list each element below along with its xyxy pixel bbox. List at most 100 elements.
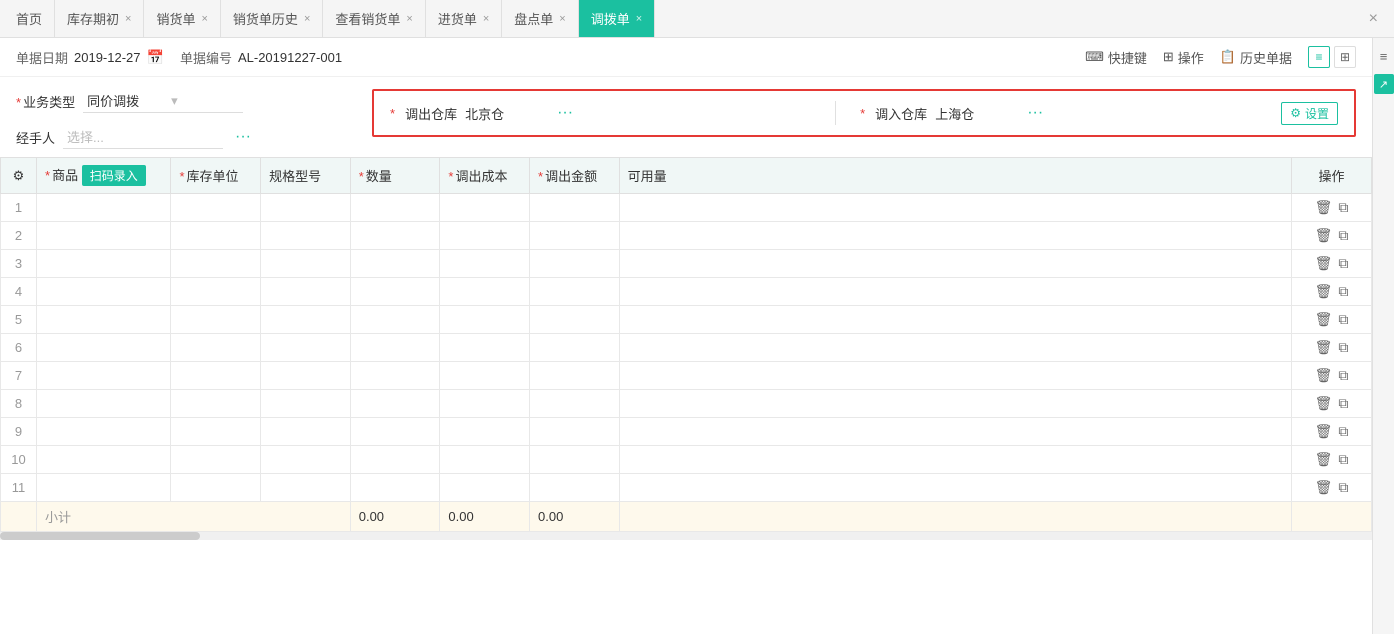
delete-btn[interactable]: 🗑	[1315, 479, 1333, 495]
in-warehouse-dots[interactable]: ···	[1027, 104, 1043, 122]
main-content: 单据日期 2019-12-27 📅 单据编号 AL-20191227-001 ⌨…	[0, 38, 1372, 634]
warehouse-divider	[835, 101, 836, 125]
tab-sales-order-close[interactable]: ×	[201, 13, 207, 25]
delete-btn[interactable]: 🗑	[1315, 199, 1333, 215]
out-warehouse-value[interactable]: 北京仓	[465, 104, 545, 123]
table-row: 7🗑⧉	[1, 362, 1372, 390]
tab-bar-close-btn[interactable]: ×	[1357, 10, 1390, 28]
tab-inventory-init[interactable]: 库存期初 ×	[55, 0, 144, 37]
copy-btn[interactable]: ⧉	[1338, 395, 1348, 411]
business-type-star: *	[16, 95, 21, 110]
number-label: 单据编号	[180, 48, 232, 67]
tab-view-sales-close[interactable]: ×	[406, 13, 412, 25]
out-warehouse-field: * 调出仓库 北京仓 ···	[390, 104, 811, 123]
delete-btn[interactable]: 🗑	[1315, 227, 1333, 243]
tab-stocktake-close[interactable]: ×	[559, 13, 565, 25]
contact-placeholder: 选择...	[67, 127, 104, 146]
contact-dots[interactable]: ···	[235, 128, 251, 146]
horizontal-scrollbar[interactable]	[0, 532, 1372, 540]
contact-row: 经手人 选择... ···	[16, 125, 356, 149]
scrollbar-thumb[interactable]	[0, 532, 200, 540]
operations-label: 操作	[1178, 48, 1204, 67]
table-row: 9🗑⧉	[1, 418, 1372, 446]
calendar-icon[interactable]: 📅	[147, 49, 164, 66]
th-ops: 操作	[1292, 158, 1372, 194]
tab-inventory-init-close[interactable]: ×	[125, 13, 131, 25]
th-amount: *调出金额	[530, 158, 620, 194]
business-type-select[interactable]: 同价调拨 ▾	[83, 89, 243, 113]
delete-btn[interactable]: 🗑	[1315, 283, 1333, 299]
date-value[interactable]: 2019-12-27	[74, 50, 141, 65]
in-warehouse-label: 调入仓库	[875, 104, 927, 123]
tab-sales-history-label: 销货单历史	[233, 9, 298, 28]
tab-home-label: 首页	[16, 9, 42, 28]
th-gear[interactable]: ⚙	[1, 158, 37, 194]
copy-btn[interactable]: ⧉	[1338, 367, 1348, 383]
table-container: ⚙ *商品 扫码录入 *库存单位 规格型号 *数量 *调出成本	[0, 157, 1372, 634]
delete-btn[interactable]: 🗑	[1315, 395, 1333, 411]
tab-sales-history-close[interactable]: ×	[304, 13, 310, 25]
table-row: 5🗑⧉	[1, 306, 1372, 334]
toolbar-right: ⌨ 快捷键 ⊞ 操作 📋 历史单据 ≡ ⊞	[1085, 46, 1356, 68]
tab-stocktake[interactable]: 盘点单 ×	[502, 0, 578, 37]
history-btn[interactable]: 📋 历史单据	[1220, 48, 1292, 67]
out-warehouse-star: *	[390, 106, 395, 121]
tab-sales-order[interactable]: 销货单 ×	[144, 0, 220, 37]
sidebar-list-icon[interactable]: ≡	[1374, 46, 1394, 66]
copy-btn[interactable]: ⧉	[1338, 199, 1348, 215]
scan-button[interactable]: 扫码录入	[82, 165, 146, 186]
table-row: 4🗑⧉	[1, 278, 1372, 306]
delete-btn[interactable]: 🗑	[1315, 255, 1333, 271]
contact-select[interactable]: 选择...	[63, 125, 223, 149]
settings-button[interactable]: ⚙ 设置	[1281, 102, 1338, 125]
copy-btn[interactable]: ⧉	[1338, 283, 1348, 299]
subtotal-row: 小计 0.00 0.00 0.00	[1, 502, 1372, 532]
th-unit: *库存单位	[171, 158, 261, 194]
contact-label: 经手人	[16, 128, 55, 147]
in-warehouse-star: *	[860, 106, 865, 121]
copy-btn[interactable]: ⧉	[1338, 479, 1348, 495]
copy-btn[interactable]: ⧉	[1338, 311, 1348, 327]
tab-transfer[interactable]: 调拨单 ×	[579, 0, 655, 37]
delete-btn[interactable]: 🗑	[1315, 451, 1333, 467]
table-row: 8🗑⧉	[1, 390, 1372, 418]
view-toggle: ≡ ⊞	[1308, 46, 1356, 68]
delete-btn[interactable]: 🗑	[1315, 423, 1333, 439]
copy-btn[interactable]: ⧉	[1338, 255, 1348, 271]
number-value: AL-20191227-001	[238, 50, 342, 65]
date-label: 单据日期	[16, 48, 68, 67]
list-view-icon[interactable]: ≡	[1308, 46, 1330, 68]
copy-btn[interactable]: ⧉	[1338, 339, 1348, 355]
delete-btn[interactable]: 🗑	[1315, 339, 1333, 355]
tab-purchase[interactable]: 进货单 ×	[426, 0, 502, 37]
tab-home[interactable]: 首页	[4, 0, 55, 37]
out-warehouse-label: 调出仓库	[405, 104, 457, 123]
delete-btn[interactable]: 🗑	[1315, 367, 1333, 383]
th-product: *商品 扫码录入	[37, 158, 171, 194]
th-available: 可用量	[619, 158, 1291, 194]
subtotal-cost: 0.00	[440, 502, 530, 532]
sidebar-export-icon[interactable]: ↗	[1374, 74, 1394, 94]
toolbar-row: 单据日期 2019-12-27 📅 单据编号 AL-20191227-001 ⌨…	[0, 38, 1372, 77]
delete-btn[interactable]: 🗑	[1315, 311, 1333, 327]
operations-btn[interactable]: ⊞ 操作	[1163, 48, 1204, 67]
copy-btn[interactable]: ⧉	[1338, 451, 1348, 467]
in-warehouse-value[interactable]: 上海仓	[935, 104, 1015, 123]
settings-icon: ⚙	[1290, 106, 1301, 120]
business-type-value: 同价调拨	[87, 91, 167, 110]
subtotal-label: 小计	[37, 502, 351, 532]
out-warehouse-dots[interactable]: ···	[557, 104, 573, 122]
copy-btn[interactable]: ⧉	[1338, 227, 1348, 243]
business-type-arrow[interactable]: ▾	[171, 93, 178, 109]
tab-purchase-close[interactable]: ×	[483, 13, 489, 25]
tab-transfer-close[interactable]: ×	[636, 13, 642, 25]
tab-sales-history[interactable]: 销货单历史 ×	[221, 0, 323, 37]
keyboard-icon: ⌨	[1085, 49, 1104, 65]
tab-view-sales[interactable]: 查看销货单 ×	[323, 0, 425, 37]
table-row: 3🗑⧉	[1, 250, 1372, 278]
history-label: 历史单据	[1240, 48, 1292, 67]
grid-view-icon[interactable]: ⊞	[1334, 46, 1356, 68]
copy-btn[interactable]: ⧉	[1338, 423, 1348, 439]
shortcuts-btn[interactable]: ⌨ 快捷键	[1085, 48, 1147, 67]
history-icon: 📋	[1220, 49, 1236, 65]
